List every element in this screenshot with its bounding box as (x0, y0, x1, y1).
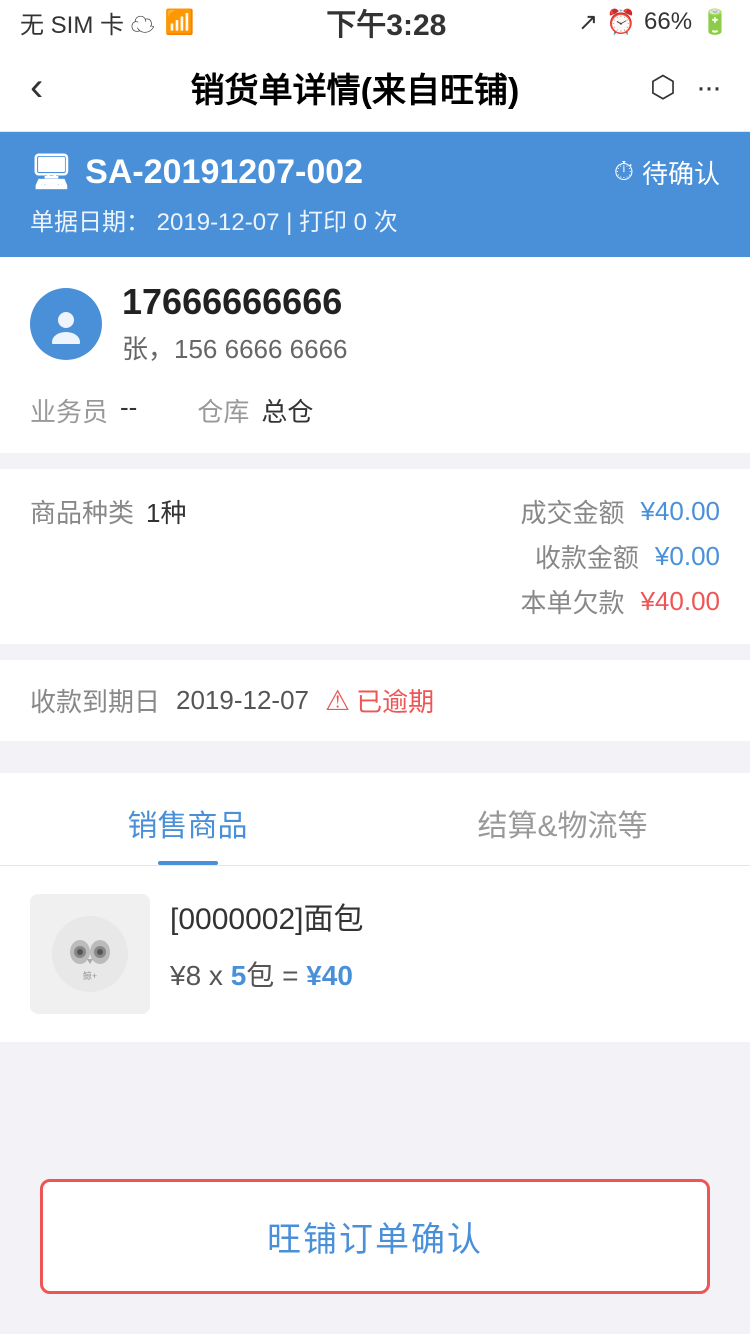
status-left: 无 SIM 卡 ☁ 📶 (20, 5, 195, 40)
owed-value: ¥40.00 (640, 586, 720, 617)
tab-products[interactable]: 销售商品 (0, 773, 375, 865)
product-list: 鲸+ [0000002]面包 ¥8 x 5包 = ¥40 (0, 866, 750, 1042)
warehouse-label: 仓库 (197, 392, 249, 429)
status-text: 待确认 (642, 154, 720, 191)
tabs: 销售商品 结算&物流等 (0, 773, 750, 866)
page-title: 销货单详情(来自旺铺) (90, 63, 620, 112)
unit-text: 包 (246, 960, 274, 991)
avatar (30, 288, 102, 360)
order-date: 单据日期： 2019-12-07 | 打印 0 次 (30, 202, 720, 237)
separator-1 (0, 453, 750, 469)
order-id: 🖥 SA-20191207-002 (30, 152, 363, 192)
print-info: | 打印 0 次 (286, 209, 398, 236)
staff-label: 业务员 (30, 392, 108, 429)
received-value: ¥0.00 (655, 541, 720, 572)
overdue-badge: ⚠ 已逾期 (325, 682, 434, 719)
tab-products-label: 销售商品 (128, 810, 248, 843)
warning-icon: ⚠ (325, 684, 350, 717)
tab-settlement[interactable]: 结算&物流等 (375, 773, 750, 865)
qty-value: 5 (231, 960, 247, 991)
product-type-value: 1种 (146, 493, 186, 530)
back-button[interactable]: ‹ (30, 65, 90, 110)
summary-card: 商品种类 1种 成交金额 ¥40.00 收款金额 ¥0.00 本单欠款 ¥40.… (0, 469, 750, 644)
amounts-section: 成交金额 ¥40.00 收款金额 ¥0.00 本单欠款 ¥40.00 (520, 493, 720, 620)
product-info: [0000002]面包 ¥8 x 5包 = ¥40 (170, 894, 720, 994)
wifi-icon: 📶 (165, 8, 195, 37)
time-display: 下午3:28 (326, 0, 446, 44)
alarm-icon: ⏰ (606, 8, 636, 37)
customer-name: 张，156 6666 6666 (122, 329, 348, 366)
product-item: 鲸+ [0000002]面包 ¥8 x 5包 = ¥40 (0, 866, 750, 1042)
owed-label: 本单欠款 (520, 583, 624, 620)
due-date-label: 收款到期日 (30, 682, 160, 719)
overdue-text: 已逾期 (356, 682, 434, 719)
confirm-button-wrap: 旺铺订单确认 (0, 1159, 750, 1334)
total-value: ¥40 (306, 960, 353, 991)
warehouse-value: 总仓 (261, 392, 313, 429)
battery-icon: 🔋 (700, 8, 730, 37)
customer-meta: 业务员 -- 仓库 总仓 (30, 382, 720, 429)
product-price: ¥8 x 5包 = ¥40 (170, 954, 720, 994)
product-type-label: 商品种类 (30, 493, 134, 530)
confirm-order-button[interactable]: 旺铺订单确认 (40, 1179, 710, 1294)
order-icon: 🖥 (30, 152, 73, 192)
location-icon: ↗ (578, 8, 598, 37)
order-header: 🖥 SA-20191207-002 ⏱ 待确认 单据日期： 2019-12-07… (0, 132, 750, 257)
no-sim-label: 无 SIM 卡 ☁ (20, 5, 155, 40)
customer-phone: 17666666666 (122, 281, 348, 323)
due-date-card: 收款到期日 2019-12-07 ⚠ 已逾期 (0, 660, 750, 741)
amount-label: 成交金额 (520, 493, 624, 530)
product-thumbnail: 鲸+ (30, 894, 150, 1014)
due-date-value: 2019-12-07 (176, 685, 309, 716)
product-type-section: 商品种类 1种 (30, 493, 186, 530)
nav-actions: ⬡ ··· (620, 70, 720, 105)
svg-text:鲸+: 鲸+ (83, 970, 97, 981)
status-bar: 无 SIM 卡 ☁ 📶 下午3:28 ↗ ⏰ 66% 🔋 (0, 0, 750, 44)
received-label: 收款金额 (535, 538, 639, 575)
separator-3 (0, 741, 750, 757)
product-name: [0000002]面包 (170, 894, 720, 938)
staff-value: -- (120, 392, 137, 429)
more-icon[interactable]: ··· (696, 71, 720, 105)
separator-2 (0, 644, 750, 660)
date-label: 单据日期： (30, 209, 150, 236)
order-status: ⏱ 待确认 (614, 154, 720, 191)
equals-sign: = (274, 960, 306, 991)
tab-settlement-label: 结算&物流等 (477, 810, 647, 843)
order-id-text: SA-20191207-002 (85, 153, 363, 192)
battery-label: 66% (644, 8, 692, 36)
price-formula: ¥8 x (170, 960, 231, 991)
customer-card: 17666666666 张，156 6666 6666 业务员 -- 仓库 总仓 (0, 257, 750, 453)
nav-bar: ‹ 销货单详情(来自旺铺) ⬡ ··· (0, 44, 750, 132)
clock-icon: ⏱ (614, 156, 634, 188)
status-right: ↗ ⏰ 66% 🔋 (578, 8, 730, 37)
amount-value: ¥40.00 (640, 496, 720, 527)
date-value: 2019-12-07 (157, 209, 280, 236)
share-icon[interactable]: ⬡ (650, 70, 676, 105)
